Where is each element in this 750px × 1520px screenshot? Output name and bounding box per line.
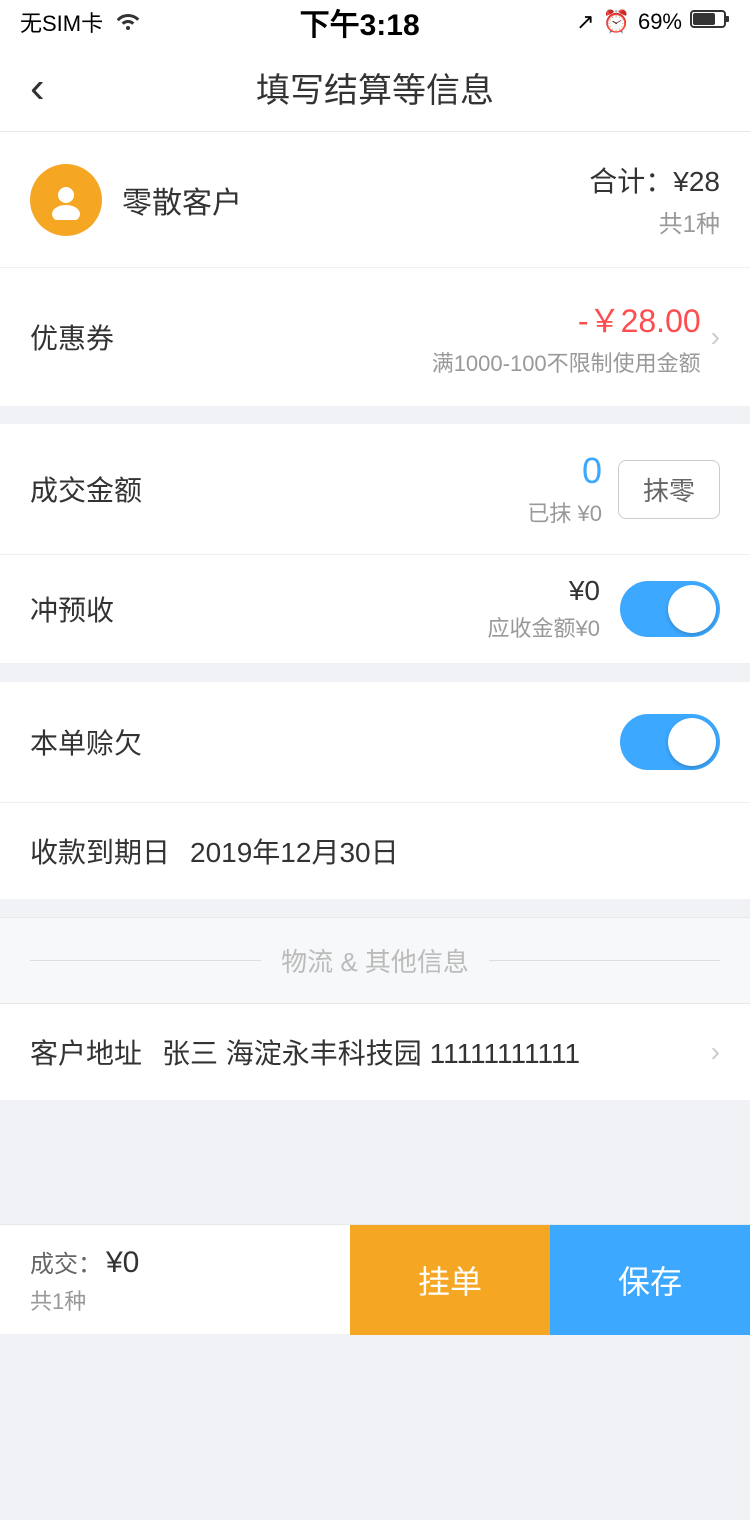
deal-amount-label: 成交金额 [30, 469, 142, 509]
bottom-count: 共1种 [30, 1284, 320, 1316]
divider-right [489, 960, 720, 961]
advance-value: ¥0 [488, 575, 600, 607]
nav-bar: ‹ 填写结算等信息 [0, 44, 750, 132]
deal-amount-col: 0 已抹 ¥0 [527, 450, 602, 528]
save-button[interactable]: 保存 [550, 1225, 750, 1335]
coupon-right: -￥28.00 满1000-100不限制使用金额 › [432, 296, 720, 378]
credit-section: 本单赊欠 收款到期日 2019年12月30日 [0, 682, 750, 899]
customer-avatar [30, 164, 102, 236]
back-button[interactable]: ‹ [30, 63, 90, 113]
logistics-section: 物流 & 其他信息 客户地址 张三 海淀永丰科技园 11111111111 › [0, 917, 750, 1100]
advance-right: ¥0 应收金额¥0 [488, 575, 720, 643]
advance-value-block: ¥0 应收金额¥0 [488, 575, 600, 643]
advance-toggle[interactable] [620, 581, 720, 637]
wifi-icon [113, 8, 143, 36]
customer-total: 合计：¥28 [589, 160, 720, 200]
bottom-deal-label: 成交： [30, 1244, 102, 1279]
alarm-icon: ⏰ [603, 9, 630, 35]
coupon-info: -￥28.00 满1000-100不限制使用金额 [432, 296, 701, 378]
logistics-header: 物流 & 其他信息 [0, 917, 750, 1004]
customer-section: 零散客户 合计：¥28 共1种 优惠券 -￥28.00 满1000-100不限制… [0, 132, 750, 406]
sim-text: 无SIM卡 [20, 6, 103, 38]
advance-sub: 应收金额¥0 [488, 611, 600, 643]
logistics-title: 物流 & 其他信息 [281, 942, 469, 979]
pending-button[interactable]: 挂单 [350, 1225, 550, 1335]
credit-row: 本单赊欠 [0, 682, 750, 802]
deal-amount-section: 成交金额 0 已抹 ¥0 抹零 冲预收 ¥0 应收金额¥0 [0, 424, 750, 664]
bottom-summary: 成交： ¥0 共1种 [0, 1244, 350, 1316]
location-icon: ↗ [576, 9, 594, 35]
coupon-desc: 满1000-100不限制使用金额 [432, 346, 701, 378]
due-date-row: 收款到期日 2019年12月30日 [0, 802, 750, 899]
credit-label: 本单赊欠 [30, 722, 142, 762]
status-time: 下午3:18 [300, 0, 420, 44]
toggle-knob [668, 585, 716, 633]
status-bar: 无SIM卡 下午3:18 ↗ ⏰ 69% [0, 0, 750, 44]
due-date-label: 收款到期日 [30, 831, 170, 871]
section-gap-3 [0, 899, 750, 917]
chevron-right-icon: › [711, 321, 720, 353]
round-zero-button[interactable]: 抹零 [618, 460, 720, 519]
address-label: 客户地址 [30, 1032, 142, 1072]
customer-name: 零散客户 [122, 178, 242, 222]
customer-row: 零散客户 合计：¥28 共1种 [0, 132, 750, 267]
deal-amount-value[interactable]: 0 [527, 450, 602, 492]
battery-icon [690, 8, 730, 37]
status-left: 无SIM卡 [20, 6, 143, 38]
customer-info-left: 零散客户 [30, 164, 242, 236]
divider-left [30, 960, 261, 961]
coupon-label: 优惠券 [30, 317, 114, 357]
customer-count: 共1种 [589, 204, 720, 239]
credit-toggle-knob [668, 718, 716, 766]
advance-label: 冲预收 [30, 589, 114, 629]
advance-row: 冲预收 ¥0 应收金额¥0 [0, 555, 750, 664]
bottom-bar: 成交： ¥0 共1种 挂单 保存 [0, 1224, 750, 1334]
address-row[interactable]: 客户地址 张三 海淀永丰科技园 11111111111 › [0, 1004, 750, 1100]
customer-info-right: 合计：¥28 共1种 [589, 160, 720, 239]
status-right: ↗ ⏰ 69% [576, 8, 730, 37]
deal-amount-row: 成交金额 0 已抹 ¥0 抹零 [0, 424, 750, 555]
section-gap-1 [0, 406, 750, 424]
page-title: 填写结算等信息 [90, 63, 660, 112]
coupon-discount: -￥28.00 [432, 296, 701, 342]
deal-amount-sub: 已抹 ¥0 [527, 496, 602, 528]
coupon-row[interactable]: 优惠券 -￥28.00 满1000-100不限制使用金额 › [0, 267, 750, 406]
credit-toggle[interactable] [620, 714, 720, 770]
bottom-amount: ¥0 [106, 1246, 139, 1280]
battery-text: 69% [638, 9, 682, 35]
address-chevron-icon: › [711, 1036, 720, 1068]
section-gap-2 [0, 664, 750, 682]
deal-amount-right: 0 已抹 ¥0 抹零 [527, 450, 720, 528]
address-value: 张三 海淀永丰科技园 11111111111 [162, 1032, 711, 1072]
due-date-value[interactable]: 2019年12月30日 [190, 831, 399, 871]
